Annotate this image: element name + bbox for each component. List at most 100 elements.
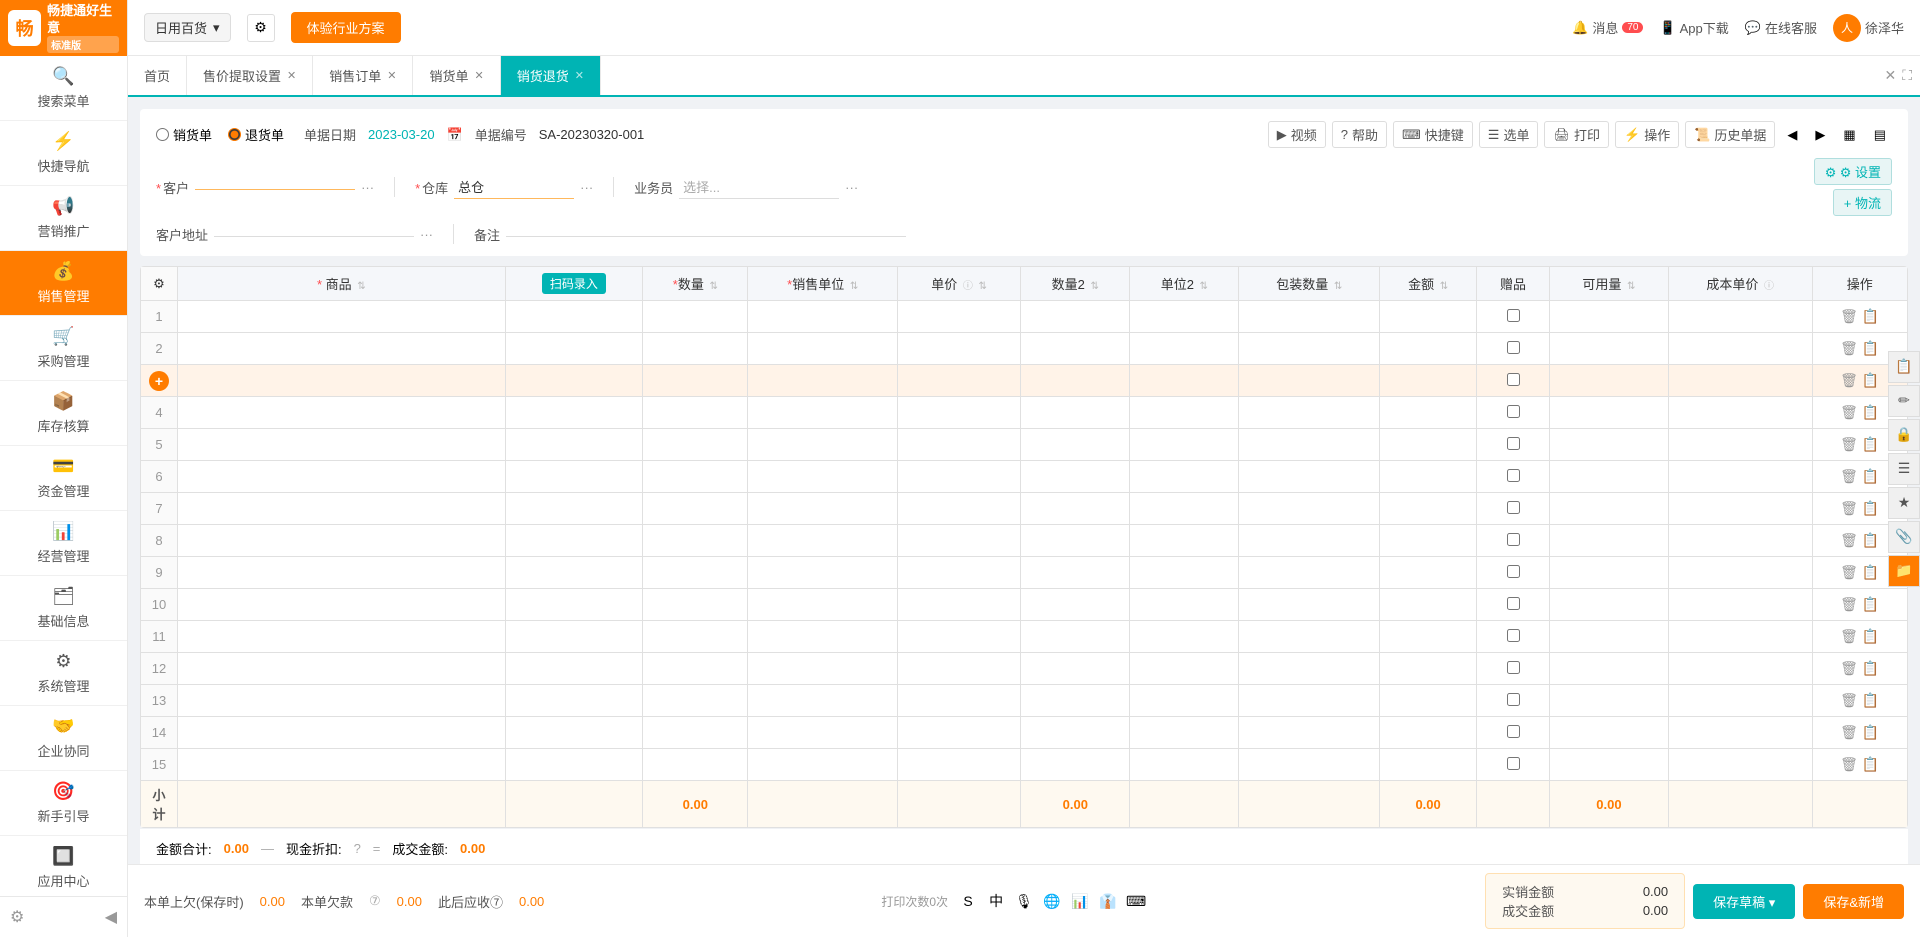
row-11-pkg-qty[interactable] [1239,621,1380,653]
row-15-qty[interactable] [643,749,748,781]
row-1-pkg-qty[interactable] [1239,301,1380,333]
row-1-product[interactable] [178,301,506,333]
sidebar-settings-icon[interactable]: ⚙ [10,907,24,927]
industry-selector[interactable]: 日用百货 ▾ [144,13,231,42]
row-9-delete-icon[interactable]: 🗑 [1840,564,1858,581]
sidebar-collapse-icon[interactable]: ◀ [105,907,117,927]
add-row-btn[interactable]: + [149,371,169,391]
row-15-pkg-qty[interactable] [1239,749,1380,781]
row-13-gift-checkbox[interactable] [1507,693,1520,706]
row-10-copy-icon[interactable]: 📋 [1862,596,1879,613]
row-10-available[interactable] [1550,589,1669,621]
form-settings-btn[interactable]: ⚙ ⚙ 设置 [1814,158,1892,185]
radio-sales-delivery[interactable]: 销货单 [156,125,212,144]
col-unit-price-info[interactable]: ⓘ [963,281,973,292]
tab-sales-return[interactable]: 销货退货 ✕ [501,56,601,95]
right-icon-star[interactable]: ★ [1888,487,1920,519]
tab-sales-delivery[interactable]: 销货单 ✕ [413,56,500,95]
customer-input[interactable] [195,185,355,190]
row-13-cost-unit[interactable] [1668,685,1812,717]
col-unit-price-sort[interactable]: ⇅ [979,281,987,292]
col-available-sort[interactable]: ⇅ [1627,281,1635,292]
sidebar-item-shortcut[interactable]: ⚡ 快捷导航 [0,121,127,186]
row-5-available[interactable] [1550,429,1669,461]
row-13-amount[interactable] [1380,685,1477,717]
row-7-product[interactable] [178,493,506,525]
row-12-qty2[interactable] [1021,653,1130,685]
sidebar-item-system[interactable]: ⚙ 系统管理 [0,641,127,706]
settings-gear-icon[interactable]: ⚙ [247,14,275,42]
row-14-cost-unit[interactable] [1668,717,1812,749]
row-10-cost-unit[interactable] [1668,589,1812,621]
row-9-unit2[interactable] [1130,557,1239,589]
row-3-gift-checkbox[interactable] [1507,373,1520,386]
col-qty2-sort[interactable]: ⇅ [1091,281,1099,292]
sales-rep-select-icon[interactable]: ··· [845,180,858,195]
radio-sales-return[interactable]: 退货单 [228,125,284,144]
row-9-amount[interactable] [1380,557,1477,589]
tab-sales-order-close[interactable]: ✕ [387,69,396,82]
row-9-qty[interactable] [643,557,748,589]
row-5-qty[interactable] [643,429,748,461]
row-15-unit-price[interactable] [897,749,1020,781]
row-9-pkg-qty[interactable] [1239,557,1380,589]
row-10-amount[interactable] [1380,589,1477,621]
row-12-qty[interactable] [643,653,748,685]
tab-sales-order[interactable]: 销售订单 ✕ [313,56,413,95]
row-10-delete-icon[interactable]: 🗑 [1840,596,1858,613]
row-1-sales-unit[interactable] [748,301,898,333]
row-12-cost-unit[interactable] [1668,653,1812,685]
row-6-delete-icon[interactable]: 🗑 [1840,468,1858,485]
row-8-available[interactable] [1550,525,1669,557]
view-list-icon[interactable]: ▦ [1837,125,1861,145]
row-3-unit-price[interactable] [897,365,1020,397]
col-product-sort[interactable]: ⇅ [357,281,365,292]
row-7-gift-checkbox[interactable] [1507,501,1520,514]
row-10-sales-unit[interactable] [748,589,898,621]
row-11-qty2[interactable] [1021,621,1130,653]
row-4-pkg-qty[interactable] [1239,397,1380,429]
row-9-gift-checkbox[interactable] [1507,565,1520,578]
row-11-sales-unit[interactable] [748,621,898,653]
row-10-pkg-qty[interactable] [1239,589,1380,621]
right-icon-list[interactable]: ☰ [1888,453,1920,485]
row-12-pkg-qty[interactable] [1239,653,1380,685]
row-9-copy-icon[interactable]: 📋 [1862,564,1879,581]
row-5-product[interactable] [178,429,506,461]
row-7-sales-unit[interactable] [748,493,898,525]
row-1-available[interactable] [1550,301,1669,333]
row-7-qty[interactable] [643,493,748,525]
row-1-gift-checkbox[interactable] [1507,309,1520,322]
row-8-qty2[interactable] [1021,525,1130,557]
row-1-copy-icon[interactable]: 📋 [1862,308,1879,325]
row-2-cost-unit[interactable] [1668,333,1812,365]
app-download-group[interactable]: 📱 App下载 [1659,18,1728,37]
row-11-delete-icon[interactable]: 🗑 [1840,628,1858,645]
row-6-unit-price[interactable] [897,461,1020,493]
row-11-gift-checkbox[interactable] [1507,629,1520,642]
sidebar-item-inventory[interactable]: 📦 库存核算 [0,381,127,446]
row-1-amount[interactable] [1380,301,1477,333]
row-6-qty[interactable] [643,461,748,493]
history-btn[interactable]: 📜 历史单据 [1685,121,1775,148]
customer-addr-input[interactable] [214,232,414,237]
tab-home[interactable]: 首页 [128,56,187,95]
row-8-cost-unit[interactable] [1668,525,1812,557]
row-5-unit-price[interactable] [897,429,1020,461]
row-15-available[interactable] [1550,749,1669,781]
row-2-qty2[interactable] [1021,333,1130,365]
row-14-pkg-qty[interactable] [1239,717,1380,749]
row-13-available[interactable] [1550,685,1669,717]
row-4-copy-icon[interactable]: 📋 [1862,404,1879,421]
row-6-pkg-qty[interactable] [1239,461,1380,493]
sidebar-item-search[interactable]: 🔍 搜索菜单 [0,56,127,121]
row-15-copy-icon[interactable]: 📋 [1862,756,1879,773]
row-12-delete-icon[interactable]: 🗑 [1840,660,1858,677]
addr-select-icon[interactable]: ··· [420,227,433,242]
sidebar-item-finance[interactable]: 💳 资金管理 [0,446,127,511]
row-6-unit2[interactable] [1130,461,1239,493]
row-3-copy-icon[interactable]: 📋 [1862,372,1879,389]
row-8-pkg-qty[interactable] [1239,525,1380,557]
row-12-unit-price[interactable] [897,653,1020,685]
row-6-qty2[interactable] [1021,461,1130,493]
